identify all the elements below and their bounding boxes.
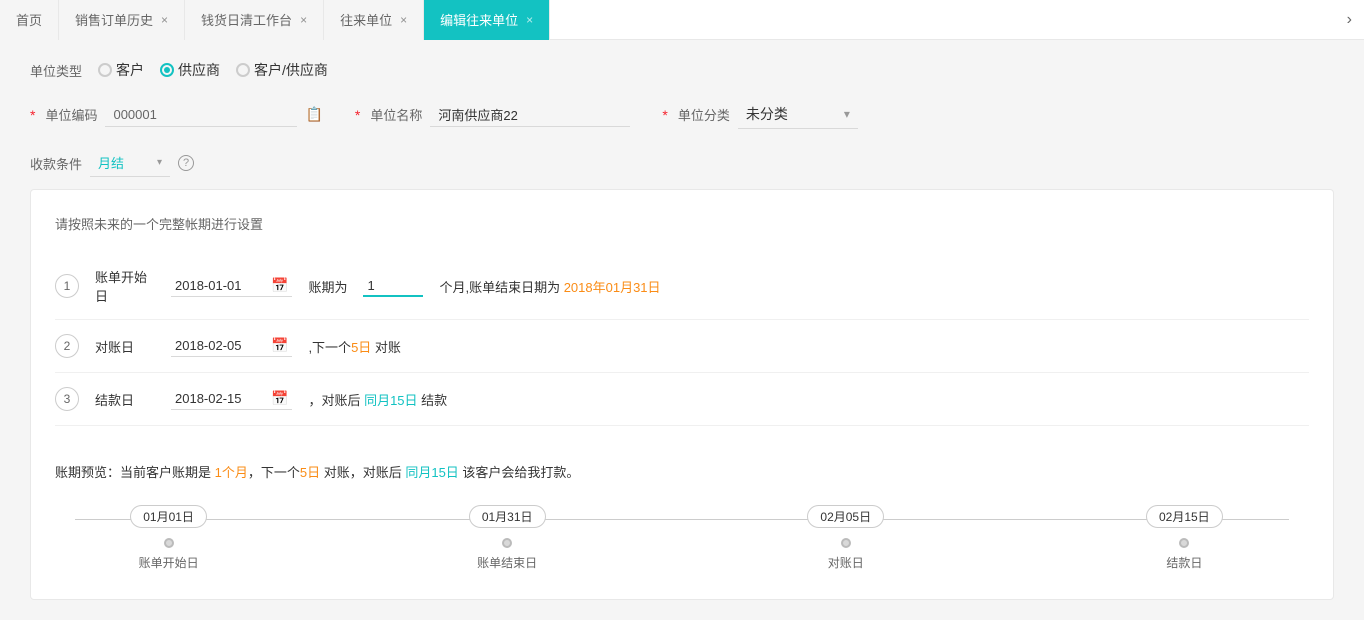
row-num-1: 1: [55, 274, 79, 298]
copy-icon[interactable]: 📋: [305, 106, 322, 123]
row-num-3: 3: [55, 387, 79, 411]
payment-terms-value: 月结: [98, 153, 124, 172]
unit-category-group: * 单位分类 未分类 ▾: [662, 100, 857, 129]
setting-row-3: 3 结款日 📅 ，对账后 同月15日 结款: [55, 373, 1309, 426]
tab-close-edit-partner[interactable]: ×: [526, 13, 533, 27]
preview-day: 5日: [300, 465, 320, 480]
jk-day-highlight: 同月15日: [364, 393, 417, 408]
setting-row-1: 1 账单开始日 📅 账期为 个月,账单结束日期为 2018年01月31日: [55, 253, 1309, 320]
tl-badge-4: 02月15日: [1146, 505, 1223, 528]
tl-text-2: 账单结束日: [477, 554, 537, 571]
dz-day-highlight: 5日: [351, 340, 371, 355]
radio-supplier[interactable]: 供应商: [160, 60, 220, 80]
tab-close-cash[interactable]: ×: [300, 13, 307, 27]
tl-dot-2: [502, 538, 512, 548]
unit-name-group: * 单位名称: [355, 103, 630, 127]
date-input-3[interactable]: [175, 391, 265, 406]
tab-cash-work[interactable]: 钱货日清工作台 ×: [185, 0, 324, 40]
unit-name-required: *: [355, 107, 360, 123]
tl-text-4: 结款日: [1166, 554, 1202, 571]
unit-code-group: * 单位编码 📋: [30, 103, 323, 127]
tl-badge-3: 02月05日: [807, 505, 884, 528]
row-label-3: 结款日: [95, 390, 155, 409]
tab-partner-unit[interactable]: 往来单位 ×: [324, 0, 424, 40]
payment-terms-label: 收款条件: [30, 154, 82, 173]
preview-text: 账期预览：当前客户账期是 1个月，下一个5日 对账，对账后 同月15日 该客户会…: [55, 462, 1309, 481]
unit-type-label: 单位类型: [30, 61, 82, 80]
unit-type-group: 单位类型 客户 供应商 客户/供应商: [30, 60, 328, 80]
period-label: 账期为: [308, 277, 347, 296]
date-wrap-1: 📅: [171, 275, 292, 297]
unit-type-row: 单位类型 客户 供应商 客户/供应商: [30, 60, 1334, 80]
timeline-node-2: 01月31日 账单结束日: [469, 505, 546, 571]
unit-code-input[interactable]: [105, 103, 297, 127]
row-num-2: 2: [55, 334, 79, 358]
tab-home[interactable]: 首页: [0, 0, 59, 40]
unit-code-label: 单位编码: [45, 105, 97, 124]
radio-both[interactable]: 客户/供应商: [236, 60, 328, 80]
jk-desc: ，对账后 同月15日 结款: [308, 390, 447, 409]
date-input-1[interactable]: [175, 278, 265, 293]
calendar-icon-1[interactable]: 📅: [271, 277, 288, 294]
settings-card: 请按照未来的一个完整帐期进行设置 1 账单开始日 📅 账期为 个月,账单结束日期…: [30, 189, 1334, 600]
unit-name-label: 单位名称: [370, 105, 422, 124]
calendar-icon-2[interactable]: 📅: [271, 337, 288, 354]
timeline: 01月01日 账单开始日 01月31日 账单结束日 02月05日 对账日: [55, 505, 1309, 575]
preview-period: 1个月: [215, 465, 248, 480]
tl-dot-4: [1179, 538, 1189, 548]
tab-more-button[interactable]: ›: [1335, 11, 1364, 29]
tab-sales-order-history[interactable]: 销售订单历史 ×: [59, 0, 185, 40]
row-label-2: 对账日: [95, 337, 155, 356]
unit-info-row: * 单位编码 📋 * 单位名称 * 单位分类 未分类 ▾: [30, 100, 1334, 129]
tab-edit-partner-unit[interactable]: 编辑往来单位 ×: [424, 0, 550, 40]
tl-badge-2: 01月31日: [469, 505, 546, 528]
unit-category-select[interactable]: 未分类 ▾: [738, 100, 858, 129]
main-content: 单位类型 客户 供应商 客户/供应商 * 单位编码: [0, 40, 1364, 620]
preview-section: 账期预览：当前客户账期是 1个月，下一个5日 对账，对账后 同月15日 该客户会…: [55, 446, 1309, 575]
tl-dot-3: [841, 538, 851, 548]
tabs-bar: 首页 销售订单历史 × 钱货日清工作台 × 往来单位 × 编辑往来单位 × ›: [0, 0, 1364, 40]
category-dropdown-icon: ▾: [844, 107, 850, 121]
period-input[interactable]: [363, 276, 423, 297]
calendar-icon-3[interactable]: 📅: [271, 390, 288, 407]
tab-close-partner[interactable]: ×: [400, 13, 407, 27]
timeline-node-4: 02月15日 结款日: [1146, 505, 1223, 571]
radio-customer[interactable]: 客户: [98, 60, 144, 80]
timeline-node-3: 02月05日 对账日: [807, 505, 884, 571]
timeline-line: [75, 519, 1289, 520]
payment-terms-arrow: ▾: [157, 157, 162, 168]
radio-circle-both: [236, 63, 250, 77]
tl-text-3: 对账日: [828, 554, 864, 571]
unit-category-label: 单位分类: [678, 105, 730, 124]
unit-name-input[interactable]: [430, 103, 630, 127]
radio-circle-supplier: [160, 63, 174, 77]
unit-category-value: 未分类: [746, 104, 788, 124]
tl-dot-1: [164, 538, 174, 548]
tab-close-sales[interactable]: ×: [161, 13, 168, 27]
unit-type-radio-group: 客户 供应商 客户/供应商: [98, 60, 328, 80]
unit-category-required: *: [662, 107, 667, 123]
tl-text-1: 账单开始日: [139, 554, 199, 571]
timeline-node-1: 01月01日 账单开始日: [130, 505, 207, 571]
date-input-2[interactable]: [175, 338, 265, 353]
row-label-1: 账单开始日: [95, 267, 155, 305]
unit-code-required: *: [30, 107, 35, 123]
help-icon[interactable]: ?: [178, 155, 194, 171]
payment-terms-select[interactable]: 月结 ▾: [90, 149, 170, 177]
period-desc: 个月,账单结束日期为 2018年01月31日: [439, 277, 660, 296]
payment-terms-row: 收款条件 月结 ▾ ?: [30, 149, 1334, 177]
tl-badge-1: 01月01日: [130, 505, 207, 528]
end-date-highlight: 2018年01月31日: [564, 280, 661, 295]
dz-desc: ,下一个5日 对账: [308, 337, 400, 356]
radio-circle-customer: [98, 63, 112, 77]
date-wrap-2: 📅: [171, 335, 292, 357]
card-hint: 请按照未来的一个完整帐期进行设置: [55, 214, 1309, 233]
date-wrap-3: 📅: [171, 388, 292, 410]
setting-row-2: 2 对账日 📅 ,下一个5日 对账: [55, 320, 1309, 373]
preview-pay-day: 同月15日: [405, 465, 458, 480]
